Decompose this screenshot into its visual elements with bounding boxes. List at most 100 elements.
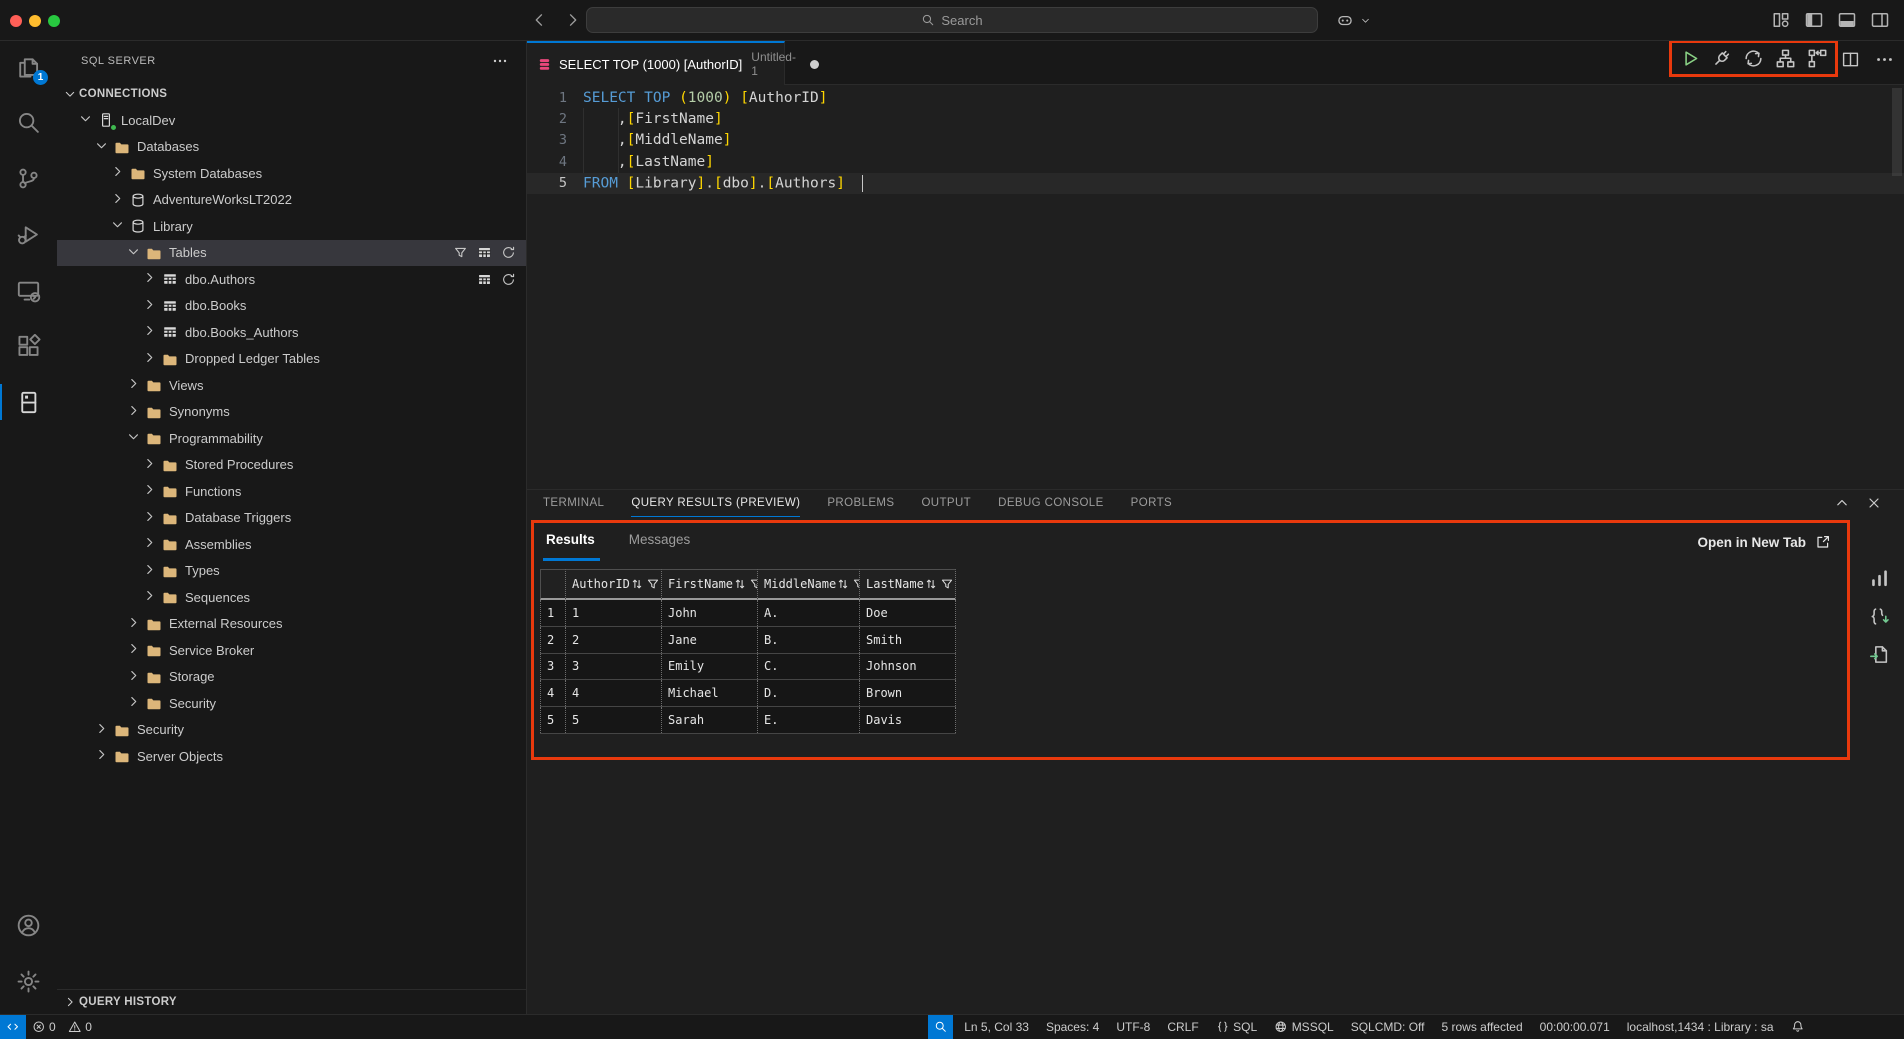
activity-bar-item-remote-explorer[interactable] bbox=[0, 267, 57, 313]
toggle-sidebar-icon[interactable] bbox=[1804, 10, 1824, 30]
status-cursor-position[interactable]: Ln 5, Col 33 bbox=[958, 1015, 1035, 1039]
row-number[interactable]: 4 bbox=[540, 680, 566, 706]
status-connection[interactable]: localhost,1434 : Library : sa bbox=[1621, 1015, 1780, 1039]
chevron-right-icon[interactable] bbox=[110, 191, 128, 209]
filter-icon[interactable] bbox=[749, 577, 758, 591]
activity-bar-item-sql-server[interactable] bbox=[0, 379, 57, 425]
row-number[interactable]: 3 bbox=[540, 654, 566, 680]
sort-icon[interactable] bbox=[733, 577, 747, 591]
grid-cell[interactable]: 1 bbox=[566, 600, 662, 626]
tree-item-types[interactable]: Types bbox=[57, 558, 526, 585]
zoom-window-button[interactable] bbox=[48, 15, 60, 27]
save-csv-icon[interactable] bbox=[1869, 644, 1890, 665]
row-number[interactable]: 5 bbox=[540, 707, 566, 733]
status-indentation[interactable]: Spaces: 4 bbox=[1040, 1015, 1105, 1039]
editor-scrollbar[interactable] bbox=[1892, 88, 1902, 176]
activity-bar-item-extensions[interactable] bbox=[0, 323, 57, 369]
save-json-icon[interactable] bbox=[1869, 606, 1890, 627]
tree-item-dbo-books-authors[interactable]: dbo.Books_Authors bbox=[57, 319, 526, 346]
tree-item-tables[interactable]: Tables bbox=[57, 240, 526, 267]
sort-icon[interactable] bbox=[630, 577, 644, 591]
grid-corner-cell[interactable] bbox=[540, 569, 566, 600]
sort-icon[interactable] bbox=[836, 577, 850, 591]
activity-bar-item-source-control[interactable] bbox=[0, 155, 57, 201]
tree-item-databases[interactable]: Databases bbox=[57, 134, 526, 161]
tree-item-database-triggers[interactable]: Database Triggers bbox=[57, 505, 526, 532]
code-line-3[interactable]: 3 ,[MiddleName] bbox=[527, 130, 1904, 151]
row-number[interactable]: 1 bbox=[540, 600, 566, 626]
minimize-window-button[interactable] bbox=[29, 15, 41, 27]
panel-tab-terminal[interactable]: TERMINAL bbox=[543, 490, 604, 517]
tree-item-sequences[interactable]: Sequences bbox=[57, 584, 526, 611]
open-in-new-tab-button[interactable]: Open in New Tab bbox=[1697, 534, 1831, 550]
status-mssql[interactable]: MSSQL bbox=[1268, 1015, 1340, 1039]
tree-item-library[interactable]: Library bbox=[57, 213, 526, 240]
activity-bar-item-accounts[interactable] bbox=[0, 902, 57, 948]
actual-plan-icon[interactable] bbox=[1807, 48, 1828, 69]
filter-icon[interactable] bbox=[852, 577, 860, 591]
grid-cell[interactable]: Johnson bbox=[860, 654, 956, 680]
chevron-right-icon[interactable] bbox=[142, 350, 160, 368]
code-editor[interactable]: 1SELECT TOP (1000) [AuthorID]2 ,[FirstNa… bbox=[527, 85, 1904, 489]
status-notifications[interactable] bbox=[1785, 1015, 1811, 1039]
chevron-right-icon[interactable] bbox=[126, 668, 144, 686]
chevron-right-icon[interactable] bbox=[126, 403, 144, 421]
grid-cell[interactable]: 4 bbox=[566, 680, 662, 706]
grid-cell[interactable]: 2 bbox=[566, 627, 662, 653]
tree-item-views[interactable]: Views bbox=[57, 372, 526, 399]
code-line-4[interactable]: 4 ,[LastName] bbox=[527, 151, 1904, 172]
grid-row-1[interactable]: 11JohnA.Doe bbox=[540, 600, 956, 627]
activity-bar-item-search[interactable] bbox=[0, 99, 57, 145]
status-language-mode[interactable]: SQL bbox=[1210, 1015, 1264, 1039]
chevron-right-icon[interactable] bbox=[142, 323, 160, 341]
grid-cell[interactable]: Sarah bbox=[662, 707, 758, 733]
chevron-down-icon[interactable] bbox=[94, 138, 112, 156]
tree-item-programmability[interactable]: Programmability bbox=[57, 425, 526, 452]
grid-cell[interactable]: Jane bbox=[662, 627, 758, 653]
grid-cell[interactable]: Emily bbox=[662, 654, 758, 680]
split-editor-icon[interactable] bbox=[1841, 50, 1860, 69]
chevron-right-icon[interactable] bbox=[126, 641, 144, 659]
tree-item-assemblies[interactable]: Assemblies bbox=[57, 531, 526, 558]
tree-item-dbo-books[interactable]: dbo.Books bbox=[57, 293, 526, 320]
grid-cell[interactable]: B. bbox=[758, 627, 860, 653]
grid-row-2[interactable]: 22JaneB.Smith bbox=[540, 627, 956, 654]
tree-item-service-broker[interactable]: Service Broker bbox=[57, 637, 526, 664]
chevron-down-icon[interactable] bbox=[110, 217, 128, 235]
customize-layout-icon[interactable] bbox=[1771, 10, 1791, 30]
forward-icon[interactable] bbox=[564, 11, 582, 29]
close-panel-icon[interactable] bbox=[1866, 495, 1882, 511]
maximize-panel-icon[interactable] bbox=[1834, 495, 1850, 511]
panel-tab-output[interactable]: OUTPUT bbox=[921, 490, 971, 517]
filter-icon[interactable] bbox=[453, 245, 468, 260]
chevron-down-icon[interactable] bbox=[78, 111, 96, 129]
grid-header-authorid[interactable]: AuthorID bbox=[566, 569, 662, 600]
toggle-secondary-sidebar-icon[interactable] bbox=[1870, 10, 1890, 30]
back-icon[interactable] bbox=[530, 11, 548, 29]
chevron-right-icon[interactable] bbox=[126, 694, 144, 712]
table-icon[interactable] bbox=[477, 272, 492, 287]
code-line-5[interactable]: 5FROM [Library].[dbo].[Authors] bbox=[527, 173, 1904, 194]
tree-item-stored-procedures[interactable]: Stored Procedures bbox=[57, 452, 526, 479]
grid-row-5[interactable]: 55SarahE.Davis bbox=[540, 707, 956, 734]
status-sqlcmd[interactable]: SQLCMD: Off bbox=[1345, 1015, 1431, 1039]
chevron-right-icon[interactable] bbox=[126, 376, 144, 394]
grid-cell[interactable]: John bbox=[662, 600, 758, 626]
tree-item-server-objects[interactable]: Server Objects bbox=[57, 743, 526, 770]
activity-bar-item-run-debug[interactable] bbox=[0, 211, 57, 257]
chevron-right-icon[interactable] bbox=[142, 562, 160, 580]
chart-icon[interactable] bbox=[1869, 568, 1890, 589]
status-encoding[interactable]: UTF-8 bbox=[1110, 1015, 1156, 1039]
tree-item-system-databases[interactable]: System Databases bbox=[57, 160, 526, 187]
grid-header-firstname[interactable]: FirstName bbox=[662, 569, 758, 600]
connections-section-header[interactable]: CONNECTIONS bbox=[57, 81, 526, 107]
run-query-icon[interactable] bbox=[1679, 48, 1700, 69]
chevron-right-icon[interactable] bbox=[126, 615, 144, 633]
grid-cell[interactable]: E. bbox=[758, 707, 860, 733]
modified-indicator[interactable] bbox=[810, 60, 819, 69]
status-query-time[interactable]: 00:00:00.071 bbox=[1534, 1015, 1616, 1039]
panel-tab-debug-console[interactable]: DEBUG CONSOLE bbox=[998, 490, 1104, 517]
panel-tab-ports[interactable]: PORTS bbox=[1131, 490, 1172, 517]
grid-cell[interactable]: 3 bbox=[566, 654, 662, 680]
tree-item-dropped-ledger-tables[interactable]: Dropped Ledger Tables bbox=[57, 346, 526, 373]
